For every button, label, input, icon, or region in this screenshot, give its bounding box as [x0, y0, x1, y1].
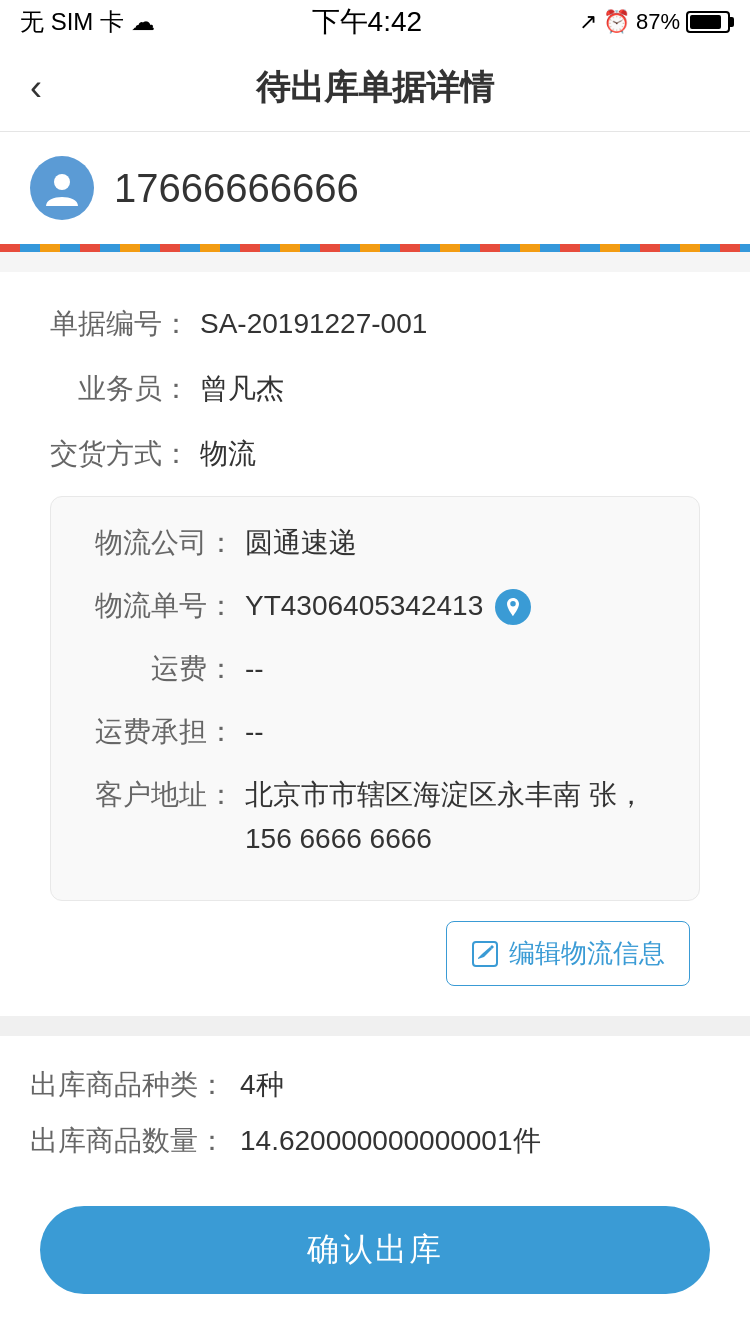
product-quantity-value: 14.620000000000001件: [240, 1122, 541, 1160]
avatar: [30, 156, 94, 220]
sim-status: 无 SIM 卡 ☁: [20, 6, 155, 38]
edit-logistics-button[interactable]: 编辑物流信息: [446, 921, 690, 986]
location-status-icon: ↗: [579, 9, 597, 35]
freight-bearer-value: --: [245, 710, 675, 755]
sales-person-label: 业务员：: [30, 367, 190, 412]
edit-logistics-label: 编辑物流信息: [509, 936, 665, 971]
order-number-row: 单据编号： SA-20191227-001: [30, 302, 720, 347]
alarm-icon: ⏰: [603, 9, 630, 35]
address-label: 客户地址：: [75, 773, 235, 818]
freight-value: --: [245, 647, 675, 692]
product-quantity-label: 出库商品数量：: [30, 1122, 230, 1160]
customer-phone: 17666666666: [114, 166, 359, 211]
freight-row: 运费： --: [75, 647, 675, 692]
status-right: ↗ ⏰ 87%: [579, 9, 730, 35]
delivery-method-value: 物流: [200, 432, 720, 477]
product-type-row: 出库商品种类： 4种: [30, 1066, 720, 1104]
delivery-method-label: 交货方式：: [30, 432, 190, 477]
logistics-company-value: 圆通速递: [245, 521, 675, 566]
confirm-button[interactable]: 确认出库: [40, 1206, 710, 1294]
edit-icon: [471, 940, 499, 968]
product-quantity-row: 出库商品数量： 14.620000000000001件: [30, 1122, 720, 1160]
bottom-area: 确认出库: [0, 1186, 750, 1334]
product-type-value: 4种: [240, 1066, 284, 1104]
section-separator-1: [0, 1016, 750, 1036]
logistics-company-row: 物流公司： 圆通速递: [75, 521, 675, 566]
sales-person-value: 曾凡杰: [200, 367, 720, 412]
battery-icon: [686, 11, 730, 33]
back-button[interactable]: ‹: [30, 67, 42, 109]
tracking-number-value: YT4306405342413: [245, 584, 675, 629]
svg-point-0: [54, 174, 70, 190]
dashed-divider: [0, 244, 750, 252]
tracking-location-icon[interactable]: [495, 589, 531, 625]
freight-bearer-row: 运费承担： --: [75, 710, 675, 755]
product-type-label: 出库商品种类：: [30, 1066, 230, 1104]
status-left: 无 SIM 卡 ☁: [20, 6, 155, 38]
nav-bar: ‹ 待出库单据详情: [0, 44, 750, 132]
address-value: 北京市市辖区海淀区永丰南 张，156 6666 6666: [245, 773, 675, 863]
sales-person-row: 业务员： 曾凡杰: [30, 367, 720, 412]
tracking-number-label: 物流单号：: [75, 584, 235, 629]
customer-section: 17666666666: [0, 132, 750, 244]
logistics-company-label: 物流公司：: [75, 521, 235, 566]
order-number-label: 单据编号：: [30, 302, 190, 347]
order-number-value: SA-20191227-001: [200, 302, 720, 347]
tracking-number-row: 物流单号： YT4306405342413: [75, 584, 675, 629]
edit-logistics-area: 编辑物流信息: [30, 901, 720, 996]
delivery-method-row: 交货方式： 物流: [30, 432, 720, 477]
freight-bearer-label: 运费承担：: [75, 710, 235, 755]
page-title: 待出库单据详情: [256, 65, 494, 111]
status-time: 下午4:42: [312, 3, 423, 41]
battery-percentage: 87%: [636, 9, 680, 35]
logistics-card: 物流公司： 圆通速递 物流单号： YT4306405342413 运费： -- …: [50, 496, 700, 901]
user-avatar-icon: [42, 168, 82, 208]
address-row: 客户地址： 北京市市辖区海淀区永丰南 张，156 6666 6666: [75, 773, 675, 863]
freight-label: 运费：: [75, 647, 235, 692]
status-bar: 无 SIM 卡 ☁ 下午4:42 ↗ ⏰ 87%: [0, 0, 750, 44]
order-info-section: 单据编号： SA-20191227-001 业务员： 曾凡杰 交货方式： 物流 …: [0, 272, 750, 1016]
